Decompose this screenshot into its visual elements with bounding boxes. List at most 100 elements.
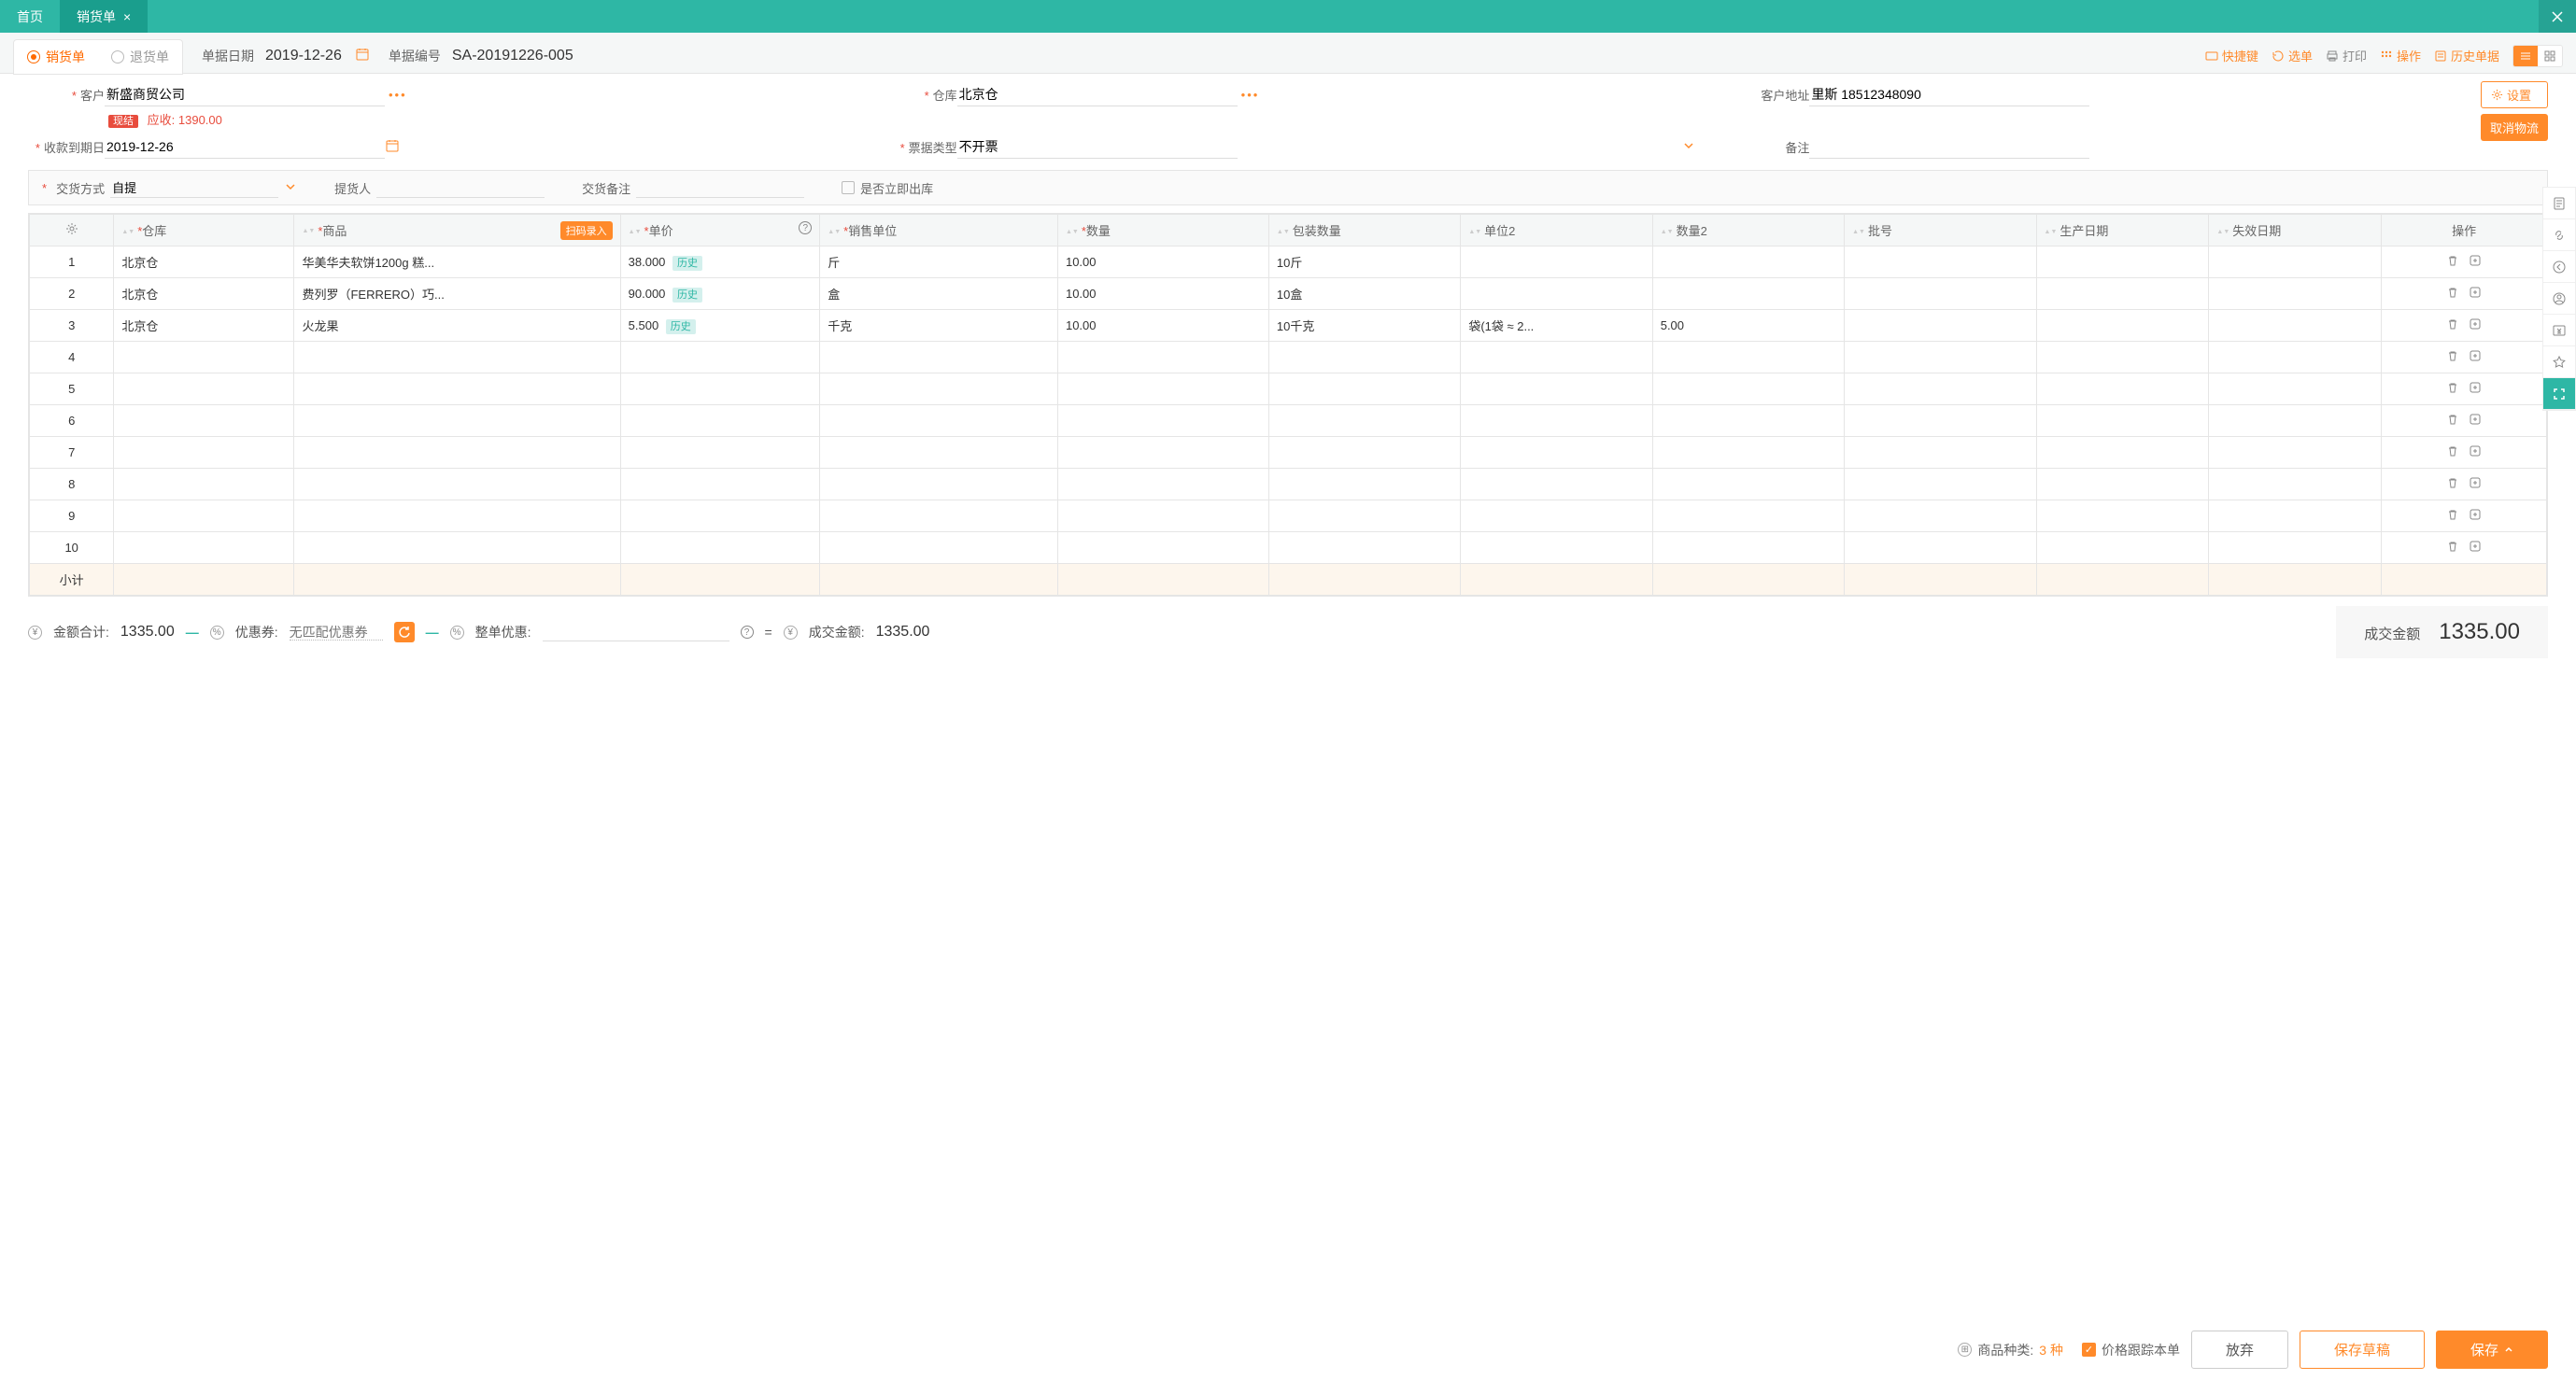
picker-input[interactable]	[376, 177, 545, 198]
tool-history[interactable]: 历史单据	[2434, 47, 2499, 64]
table-row[interactable]: 6	[30, 405, 2547, 437]
discard-button[interactable]: 放弃	[2191, 1331, 2288, 1369]
table-row[interactable]: 10	[30, 532, 2547, 564]
coupon-input[interactable]	[290, 625, 383, 641]
col-product[interactable]: ▲▼*商品扫码录入	[294, 215, 620, 246]
col-prod-date[interactable]: ▲▼生产日期	[2036, 215, 2209, 246]
delete-row-icon[interactable]	[2446, 444, 2459, 460]
address-input[interactable]	[1809, 83, 2089, 106]
delete-row-icon[interactable]	[2446, 508, 2459, 524]
table-row[interactable]: 2北京仓费列罗（FERRERO）巧...90.000 历史盒10.0010盒	[30, 278, 2547, 310]
col-unit2[interactable]: ▲▼单位2	[1461, 215, 1652, 246]
customer-input[interactable]	[105, 83, 385, 106]
rail-link-icon[interactable]	[2543, 219, 2575, 251]
deal-amount-value: 1335.00	[876, 624, 930, 641]
due-date-input[interactable]	[105, 135, 385, 159]
col-qty2[interactable]: ▲▼数量2	[1652, 215, 1844, 246]
tool-print[interactable]: 打印	[2326, 47, 2367, 64]
doc-type-sales[interactable]: 销货单	[14, 40, 98, 74]
chevron-down-icon[interactable]	[1682, 139, 1695, 155]
delete-row-icon[interactable]	[2446, 286, 2459, 302]
main-close-button[interactable]	[2539, 0, 2576, 33]
rail-user-icon[interactable]	[2543, 283, 2575, 315]
delete-row-icon[interactable]	[2446, 254, 2459, 270]
rail-expand-icon[interactable]	[2543, 378, 2575, 410]
invoice-type-input[interactable]	[957, 135, 1238, 159]
col-qty[interactable]: ▲▼*数量	[1057, 215, 1268, 246]
rail-currency-icon[interactable]	[2543, 315, 2575, 346]
doc-date-label: 单据日期	[202, 47, 254, 65]
col-warehouse[interactable]: ▲▼*仓库	[114, 215, 294, 246]
col-price[interactable]: ▲▼*单价?	[620, 215, 820, 246]
col-pack-qty[interactable]: ▲▼包装数量	[1268, 215, 1460, 246]
save-button[interactable]: 保存	[2436, 1331, 2548, 1369]
chevron-down-icon[interactable]	[284, 180, 297, 196]
rail-note-icon[interactable]	[2543, 188, 2575, 219]
table-row[interactable]: 3北京仓火龙果5.500 历史千克10.0010千克袋(1袋 ≈ 2...5.0…	[30, 310, 2547, 342]
rail-star-icon[interactable]	[2543, 346, 2575, 378]
immediate-out-checkbox[interactable]	[842, 181, 855, 194]
price-track-checkbox[interactable]: ✓	[2082, 1343, 2096, 1357]
tab-home[interactable]: 首页	[0, 0, 60, 33]
warehouse-lookup-icon[interactable]: •••	[1241, 88, 1260, 102]
refresh-icon[interactable]	[394, 622, 415, 642]
rail-back-icon[interactable]	[2543, 251, 2575, 283]
table-row[interactable]: 9	[30, 500, 2547, 532]
table-row[interactable]: 4	[30, 342, 2547, 373]
add-row-icon[interactable]	[2469, 413, 2482, 429]
doc-number-label: 单据编号	[389, 47, 441, 65]
tool-operate[interactable]: 操作	[2380, 47, 2421, 64]
delete-row-icon[interactable]	[2446, 381, 2459, 397]
delivery-remark-input[interactable]	[636, 177, 804, 198]
view-list-button[interactable]	[2513, 46, 2538, 66]
doc-type-return[interactable]: 退货单	[98, 40, 182, 74]
tool-select[interactable]: 选单	[2272, 47, 2313, 64]
table-row[interactable]: 5	[30, 373, 2547, 405]
remark-input[interactable]	[1809, 135, 2089, 159]
tab-sales-order[interactable]: 销货单×	[60, 0, 148, 33]
save-draft-button[interactable]: 保存草稿	[2300, 1331, 2425, 1369]
table-row[interactable]: 7	[30, 437, 2547, 469]
delete-row-icon[interactable]	[2446, 540, 2459, 556]
view-grid-button[interactable]	[2538, 46, 2562, 66]
receivable-value: 1390.00	[178, 113, 222, 127]
add-row-icon[interactable]	[2469, 508, 2482, 524]
calendar-icon[interactable]	[355, 47, 370, 64]
col-batch[interactable]: ▲▼批号	[1845, 215, 2036, 246]
warehouse-input[interactable]	[957, 83, 1238, 106]
order-discount-input[interactable]	[543, 623, 729, 641]
tool-shortcut[interactable]: 快捷键	[2205, 47, 2258, 64]
amount-total-value: 1335.00	[120, 624, 175, 641]
help-icon[interactable]: ?	[799, 221, 812, 234]
col-exp-date[interactable]: ▲▼失效日期	[2209, 215, 2382, 246]
add-row-icon[interactable]	[2469, 286, 2482, 302]
col-settings[interactable]	[30, 215, 114, 246]
receivable-label: 应收:	[148, 113, 176, 127]
doc-date-value[interactable]: 2019-12-26	[265, 48, 342, 64]
delete-row-icon[interactable]	[2446, 413, 2459, 429]
add-row-icon[interactable]	[2469, 444, 2482, 460]
add-row-icon[interactable]	[2469, 349, 2482, 365]
delivery-method-input[interactable]	[110, 177, 278, 198]
customer-lookup-icon[interactable]: •••	[389, 88, 407, 102]
order-discount-label: 整单优惠:	[475, 623, 531, 641]
delete-row-icon[interactable]	[2446, 317, 2459, 333]
add-row-icon[interactable]	[2469, 476, 2482, 492]
close-icon[interactable]: ×	[123, 9, 131, 24]
table-row[interactable]: 8	[30, 469, 2547, 500]
delete-row-icon[interactable]	[2446, 476, 2459, 492]
delivery-method-label: 交货方式	[56, 179, 105, 197]
cancel-logistics-button[interactable]: 取消物流	[2481, 114, 2548, 141]
settings-button[interactable]: 设置	[2481, 81, 2548, 108]
add-row-icon[interactable]	[2469, 254, 2482, 270]
table-row[interactable]: 1北京仓华美华夫软饼1200g 糕...38.000 历史斤10.0010斤	[30, 246, 2547, 278]
scan-entry-button[interactable]: 扫码录入	[560, 221, 613, 240]
calendar-icon[interactable]	[385, 138, 400, 156]
help-icon[interactable]: ?	[741, 626, 754, 639]
add-row-icon[interactable]	[2469, 540, 2482, 556]
col-ops: 操作	[2382, 215, 2547, 246]
add-row-icon[interactable]	[2469, 381, 2482, 397]
col-sales-unit[interactable]: ▲▼*销售单位	[820, 215, 1058, 246]
add-row-icon[interactable]	[2469, 317, 2482, 333]
delete-row-icon[interactable]	[2446, 349, 2459, 365]
